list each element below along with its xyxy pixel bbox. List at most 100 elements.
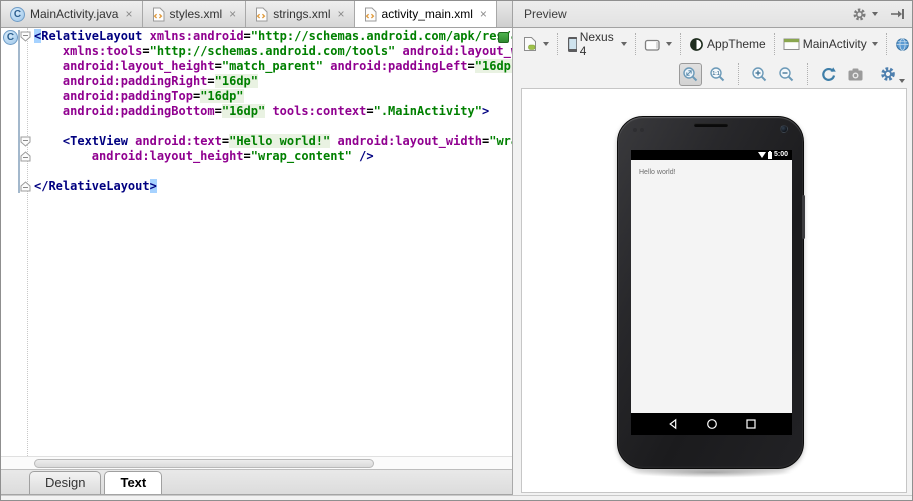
app-content: Hello world!	[631, 160, 792, 413]
status-bar: 5:00	[631, 150, 792, 160]
configuration-picker-button[interactable]	[519, 34, 552, 54]
chevron-down-icon	[871, 42, 878, 46]
preview-header: Preview	[512, 1, 912, 28]
battery-icon	[767, 150, 772, 159]
tab-styles-xml[interactable]: styles.xml ×	[142, 1, 247, 27]
globe-icon	[895, 37, 909, 51]
zoom-1to1-icon: 1:1	[710, 66, 725, 81]
close-icon[interactable]: ×	[480, 7, 487, 21]
tab-label: styles.xml	[169, 7, 223, 21]
preview-config-toolbar: Nexus 4 AppTheme MainActivity	[513, 28, 912, 60]
xml-editor[interactable]: C <RelativeLayout xmlns:android="http://…	[1, 28, 512, 456]
preview-settings-button[interactable]	[877, 63, 908, 86]
device-label: Nexus 4	[579, 30, 614, 58]
zoom-to-fit-button[interactable]	[679, 62, 702, 86]
close-icon[interactable]: ×	[125, 7, 132, 21]
tab-label: activity_main.xml	[381, 7, 473, 21]
tab-activity-main-xml[interactable]: activity_main.xml ×	[354, 1, 497, 27]
close-icon[interactable]: ×	[229, 7, 236, 21]
zoom-fit-icon	[683, 66, 698, 81]
preview-canvas[interactable]: 5:00 Hello world!	[521, 88, 907, 493]
toolbar-separator	[738, 63, 739, 85]
toolbar-separator	[557, 33, 558, 55]
editor-mode-tabs: Design Text	[1, 469, 512, 495]
status-bar-strip	[1, 495, 912, 500]
theme-contrast-icon	[690, 37, 703, 51]
toolbar-separator	[635, 33, 637, 55]
device-picker-button[interactable]: Nexus 4	[563, 28, 630, 60]
zoom-actual-size-button[interactable]: 1:1	[706, 63, 729, 86]
fold-marker-expanded[interactable]	[20, 136, 31, 147]
zoom-out-icon	[779, 66, 794, 81]
tab-mainactivity-java[interactable]: C MainActivity.java ×	[1, 1, 143, 27]
java-class-icon: C	[10, 6, 25, 22]
goto-related-class-icon[interactable]: C	[3, 30, 18, 45]
locale-picker-button[interactable]	[892, 35, 912, 54]
theme-picker-button[interactable]: AppTheme	[686, 35, 769, 54]
toolbar-separator	[680, 33, 682, 55]
tab-label: strings.xml	[273, 7, 331, 21]
wifi-icon	[757, 152, 766, 158]
navigation-bar	[631, 413, 792, 435]
gear-icon	[853, 8, 866, 20]
preview-title: Preview	[524, 7, 567, 21]
recents-button-icon[interactable]	[745, 418, 757, 430]
tab-label: MainActivity.java	[30, 7, 119, 21]
horizontal-scrollbar[interactable]	[1, 456, 512, 469]
refresh-icon	[822, 66, 836, 81]
hide-dock-icon[interactable]	[890, 7, 905, 21]
device-screen[interactable]: 5:00 Hello world!	[631, 150, 792, 435]
vcs-change-bar	[18, 30, 20, 193]
refresh-button[interactable]	[817, 63, 840, 86]
fold-marker-end[interactable]	[20, 151, 31, 162]
power-button	[802, 195, 805, 239]
activity-icon	[783, 38, 800, 50]
zoom-in-icon	[752, 66, 767, 81]
toolbar-separator	[773, 33, 775, 55]
xml-file-icon	[152, 7, 164, 21]
earpiece-speaker	[693, 123, 728, 127]
sensor-dot	[640, 128, 644, 132]
screenshot-button[interactable]	[844, 64, 867, 85]
scrollbar-thumb[interactable]	[34, 459, 374, 468]
tab-design[interactable]: Design	[29, 471, 102, 494]
home-button-icon[interactable]	[706, 418, 718, 430]
sensor-dot	[633, 128, 637, 132]
activity-label: MainActivity	[802, 37, 867, 51]
toolbar-separator	[807, 63, 808, 85]
chevron-down-icon	[621, 42, 628, 46]
theme-label: AppTheme	[707, 37, 766, 51]
toolbar-separator	[885, 33, 887, 55]
hello-world-text: Hello world!	[639, 169, 676, 176]
inspection-status-indicator[interactable]	[498, 32, 509, 43]
preview-options-button[interactable]	[849, 5, 881, 24]
gutter-guide-line	[27, 28, 28, 456]
device-mockup: 5:00 Hello world!	[617, 116, 805, 469]
camera-icon	[848, 68, 863, 80]
code-lines[interactable]: <RelativeLayout xmlns:android="http://sc…	[34, 29, 512, 456]
zoom-in-button[interactable]	[748, 63, 771, 86]
svg-text:1:1: 1:1	[712, 71, 719, 77]
preview-panel: Nexus 4 AppTheme MainActivity 1:1 5:00 H…	[512, 28, 912, 495]
activity-picker-button[interactable]: MainActivity	[780, 35, 881, 53]
zoom-out-button[interactable]	[775, 63, 798, 86]
back-button-icon[interactable]	[667, 418, 679, 430]
fold-marker-expanded[interactable]	[20, 31, 31, 42]
orientation-icon	[644, 39, 660, 51]
gear-icon	[881, 66, 895, 81]
layout-config-icon	[524, 37, 536, 51]
close-icon[interactable]: ×	[338, 7, 345, 21]
xml-file-icon	[256, 7, 268, 21]
preview-zoom-toolbar: 1:1	[513, 60, 912, 88]
fold-marker-end[interactable]	[20, 181, 31, 192]
android-studio-window: C MainActivity.java × styles.xml × strin…	[0, 0, 913, 501]
chevron-down-icon	[899, 78, 905, 83]
chevron-down-icon	[872, 12, 878, 16]
chevron-down-icon	[666, 42, 673, 46]
xml-file-icon	[364, 7, 377, 21]
tab-strings-xml[interactable]: strings.xml ×	[246, 1, 355, 27]
front-camera	[780, 125, 788, 133]
editor-tab-bar: C MainActivity.java × styles.xml × strin…	[1, 1, 512, 28]
orientation-button[interactable]	[641, 35, 675, 54]
tab-text[interactable]: Text	[104, 471, 163, 494]
